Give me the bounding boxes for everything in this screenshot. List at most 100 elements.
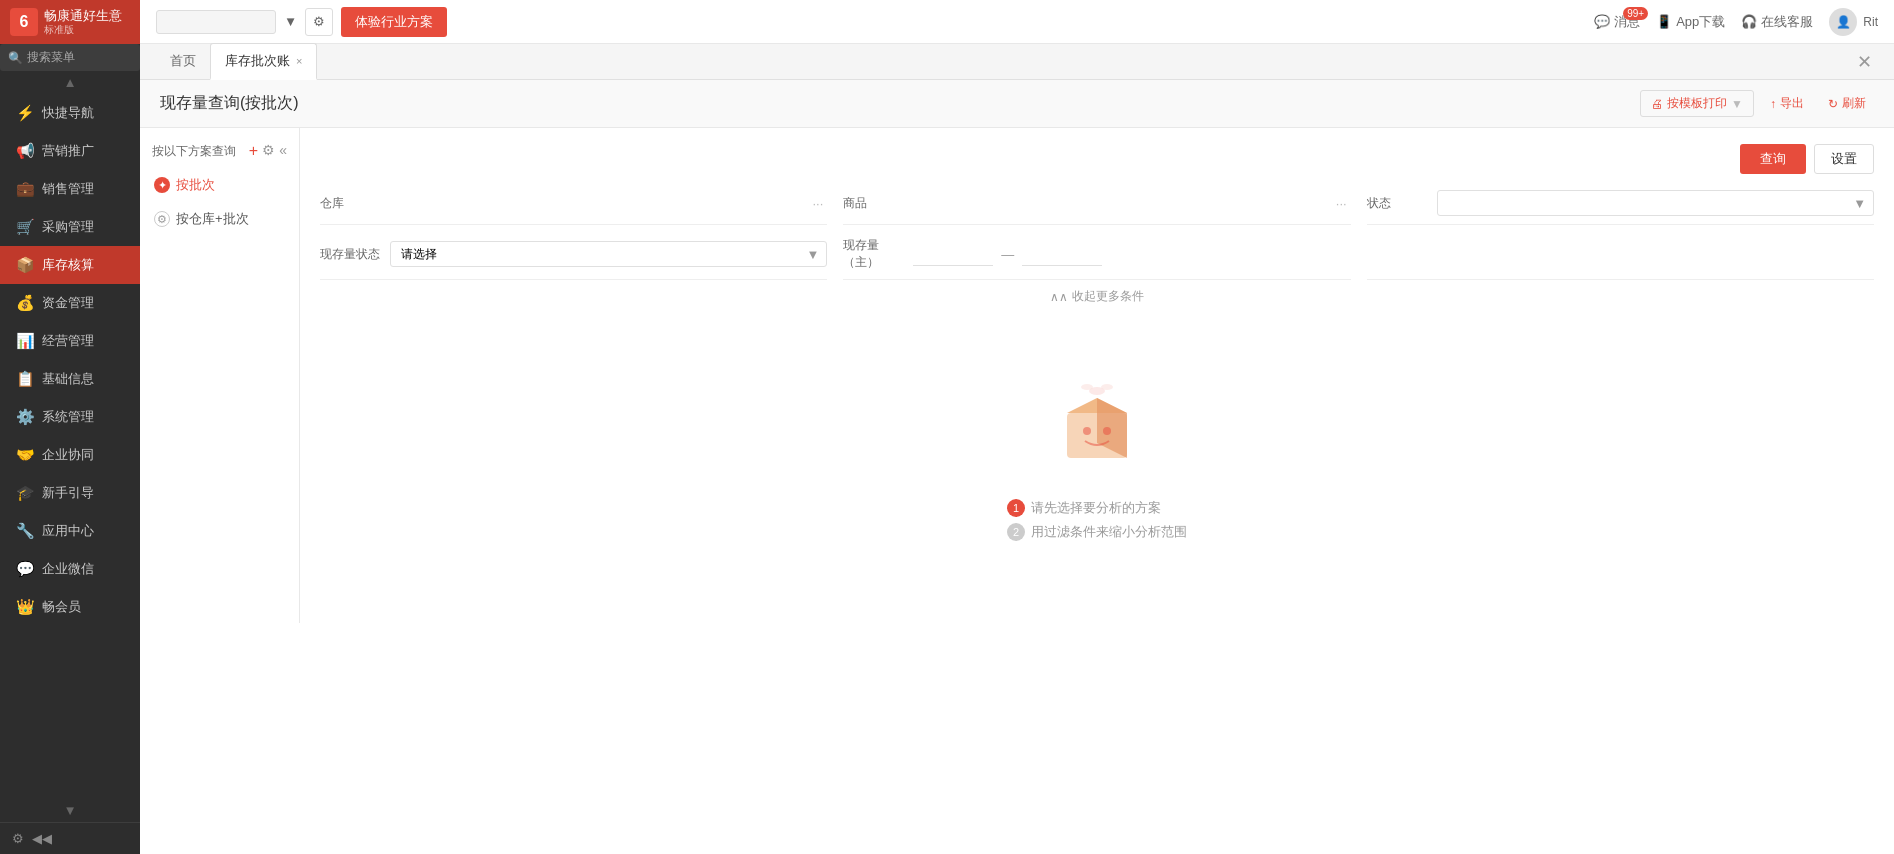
sidebar-item-inventory[interactable]: 📦 库存核算 (0, 246, 140, 284)
app-title: 畅康通好生意 标准版 (44, 8, 122, 36)
collapse-sidebar-icon[interactable]: ◀◀ (32, 831, 52, 846)
filter-row-2: 现存量状态 请选择 ▼ 现存量（主） — (320, 229, 1874, 280)
app-center-icon: 🔧 (16, 522, 34, 540)
sidebar-item-purchase[interactable]: 🛒 采购管理 (0, 208, 140, 246)
empty-steps: 1 请先选择要分析的方案 2 用过滤条件来缩小分析范围 (1007, 493, 1187, 547)
status-select[interactable] (1437, 190, 1874, 216)
svg-point-6 (1081, 384, 1093, 390)
user-menu-button[interactable]: 👤 Rit (1829, 8, 1878, 36)
stock-amount-from-input[interactable] (913, 243, 993, 266)
sidebar-item-marketing[interactable]: 📢 营销推广 (0, 132, 140, 170)
page-header-actions: 🖨 按模板打印 ▼ ↑ 导出 ↻ 刷新 (1640, 90, 1874, 117)
goods-more-button[interactable]: ··· (1332, 194, 1351, 213)
basic-icon: 📋 (16, 370, 34, 388)
topbar-gear-button[interactable]: ⚙ (305, 8, 333, 36)
stock-status-select[interactable]: 请选择 (390, 241, 827, 267)
filter-option-by-batch[interactable]: ✦ 按批次 (140, 168, 299, 202)
finance-icon: 💰 (16, 294, 34, 312)
headset-icon: 🎧 (1741, 14, 1757, 29)
sidebar-item-basic[interactable]: 📋 基础信息 (0, 360, 140, 398)
filter-panel: 按以下方案查询 + ⚙ « ✦ 按批次 ⚙ 按仓库+批次 (140, 128, 300, 623)
batch-icon: ✦ (154, 177, 170, 193)
export-button[interactable]: ↑ 导出 (1762, 91, 1812, 116)
main-area: ▼ ⚙ 体验行业方案 💬 消息 99+ 📱 App下载 🎧 在线客服 👤 (140, 0, 1894, 854)
collapse-panel-button[interactable]: « (279, 142, 287, 160)
template-print-button[interactable]: 🖨 按模板打印 ▼ (1640, 90, 1754, 117)
svg-point-3 (1083, 427, 1091, 435)
stock-amount-to-input[interactable] (1022, 243, 1102, 266)
refresh-button[interactable]: ↻ 刷新 (1820, 91, 1874, 116)
topbar-dropdown-button[interactable]: ▼ (284, 14, 297, 29)
filter-row-1: 仓库 ··· 商品 ··· 状态 (320, 182, 1874, 225)
sidebar-item-system[interactable]: ⚙️ 系统管理 (0, 398, 140, 436)
empty-state: 1 请先选择要分析的方案 2 用过滤条件来缩小分析范围 (320, 313, 1874, 607)
empty-illustration (1047, 373, 1147, 473)
refresh-icon: ↻ (1828, 97, 1838, 111)
sidebar-item-quick-nav[interactable]: ⚡ 快捷导航 (0, 94, 140, 132)
goods-filter: 商品 ··· (843, 182, 1350, 225)
settings-button[interactable]: 设置 (1814, 144, 1874, 174)
marketing-icon: 📢 (16, 142, 34, 160)
messages-button[interactable]: 💬 消息 99+ (1594, 13, 1640, 31)
stock-amount-range: — (913, 243, 1102, 266)
scheme-settings-icon[interactable]: ⚙ (262, 142, 275, 160)
goods-input[interactable] (913, 194, 1331, 212)
app-download-button[interactable]: 📱 App下载 (1656, 13, 1725, 31)
stock-status-filter: 现存量状态 请选择 ▼ (320, 229, 827, 280)
query-button[interactable]: 查询 (1740, 144, 1806, 174)
sidebar-item-operation[interactable]: 📊 经营管理 (0, 322, 140, 360)
message-icon: 💬 (1594, 14, 1610, 29)
filter-option-by-warehouse-batch[interactable]: ⚙ 按仓库+批次 (140, 202, 299, 236)
sidebar-item-sales[interactable]: 💼 销售管理 (0, 170, 140, 208)
online-service-button[interactable]: 🎧 在线客服 (1741, 13, 1813, 31)
search-menu-button[interactable]: 🔍 搜索菜单 (0, 44, 140, 71)
sidebar-header: 6 畅康通好生意 标准版 (0, 0, 140, 44)
sidebar-item-member[interactable]: 👑 畅会员 (0, 588, 140, 626)
sidebar-item-newbie[interactable]: 🎓 新手引导 (0, 474, 140, 512)
warehouse-input[interactable] (390, 194, 808, 212)
empty-filter-col (1367, 229, 1874, 280)
export-icon: ↑ (1770, 97, 1776, 111)
svg-point-7 (1101, 384, 1113, 390)
sidebar-item-enterprise[interactable]: 🤝 企业协同 (0, 436, 140, 474)
filter-panel-actions: + ⚙ « (249, 142, 287, 160)
newbie-icon: 🎓 (16, 484, 34, 502)
page-close-button[interactable]: ✕ (1850, 48, 1878, 76)
empty-step-1: 1 请先选择要分析的方案 (1007, 499, 1187, 517)
search-icon: 🔍 (8, 51, 23, 65)
avatar-icon: 👤 (1836, 15, 1851, 29)
query-area: 查询 设置 仓库 ··· 商品 ··· 状 (300, 128, 1894, 623)
warehouse-filter: 仓库 ··· (320, 182, 827, 225)
tab-inventory-batch[interactable]: 库存批次账 × (210, 43, 317, 80)
status-filter: 状态 ▼ (1367, 182, 1874, 225)
operation-icon: 📊 (16, 332, 34, 350)
tab-close-button[interactable]: × (296, 55, 302, 67)
sidebar-footer: ⚙ ◀◀ (0, 822, 140, 854)
add-scheme-button[interactable]: + (249, 142, 258, 160)
scroll-down-button[interactable]: ▼ (0, 799, 140, 822)
purchase-icon: 🛒 (16, 218, 34, 236)
sidebar-item-wechat[interactable]: 💬 企业微信 (0, 550, 140, 588)
sidebar-item-app-center[interactable]: 🔧 应用中心 (0, 512, 140, 550)
settings-icon[interactable]: ⚙ (12, 831, 24, 846)
topbar-search-input[interactable] (156, 10, 276, 34)
sidebar-item-finance[interactable]: 💰 资金管理 (0, 284, 140, 322)
page-content: 现存量查询(按批次) 🖨 按模板打印 ▼ ↑ 导出 ↻ 刷新 (140, 80, 1894, 854)
inventory-batch-tab-label: 库存批次账 (225, 52, 290, 70)
warehouse-batch-icon: ⚙ (154, 211, 170, 227)
system-icon: ⚙️ (16, 408, 34, 426)
warehouse-more-button[interactable]: ··· (808, 194, 827, 213)
scroll-up-button[interactable]: ▲ (0, 71, 140, 94)
collapse-more-button[interactable]: ∧∧ 收起更多条件 (320, 280, 1874, 313)
sidebar-nav: ⚡ 快捷导航 📢 营销推广 💼 销售管理 🛒 采购管理 📦 库存核算 💰 资金管… (0, 94, 140, 799)
trial-button[interactable]: 体验行业方案 (341, 7, 447, 37)
print-dropdown-icon: ▼ (1731, 97, 1743, 111)
stock-amount-filter: 现存量（主） — (843, 229, 1350, 280)
inventory-icon: 📦 (16, 256, 34, 274)
sidebar: 6 畅康通好生意 标准版 🔍 搜索菜单 ▲ ⚡ 快捷导航 📢 营销推广 💼 销售… (0, 0, 140, 854)
tab-home[interactable]: 首页 (156, 44, 210, 80)
topbar-right: 💬 消息 99+ 📱 App下载 🎧 在线客服 👤 Rit (1594, 8, 1878, 36)
print-icon: 🖨 (1651, 97, 1663, 111)
collapse-icon: ∧∧ (1050, 290, 1068, 304)
page-header: 现存量查询(按批次) 🖨 按模板打印 ▼ ↑ 导出 ↻ 刷新 (140, 80, 1894, 128)
